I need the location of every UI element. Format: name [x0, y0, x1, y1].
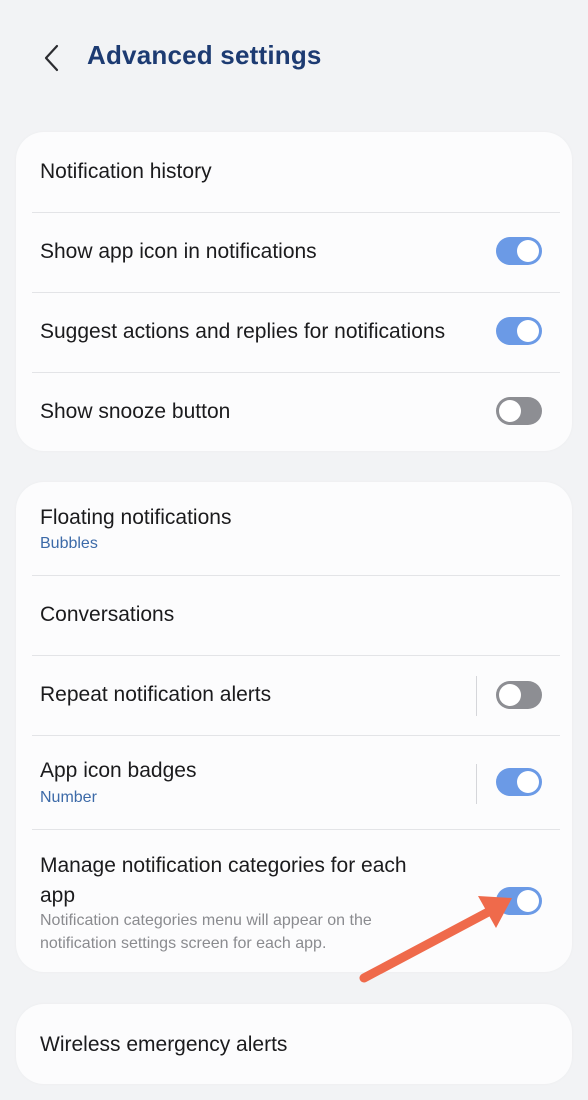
item-subtitle: Bubbles — [40, 535, 98, 552]
show-app-icon-item[interactable]: Show app icon in notifications — [16, 213, 572, 292]
item-title-line-2: app — [40, 884, 76, 907]
item-description: Notification categories menu will appear… — [40, 912, 372, 952]
show-app-icon-toggle[interactable] — [496, 237, 542, 265]
show-snooze-item[interactable]: Show snooze button — [16, 373, 572, 451]
header: Advanced settings — [0, 0, 588, 115]
item-title: Wireless emergency alerts — [40, 1033, 288, 1056]
manage-categories-toggle[interactable] — [496, 887, 542, 915]
settings-card-1: Notification history Show app icon in no… — [16, 132, 572, 451]
suggest-actions-item[interactable]: Suggest actions and replies for notifica… — [16, 293, 572, 372]
item-title-line-1: Manage notification categories for each — [40, 854, 407, 877]
toggle-knob — [499, 684, 521, 706]
vertical-separator — [476, 764, 477, 804]
repeat-alerts-item[interactable]: Repeat notification alerts — [16, 656, 572, 735]
vertical-separator — [476, 676, 477, 716]
item-title: Suggest actions and replies for notifica… — [40, 320, 446, 343]
settings-card-2: Floating notifications Bubbles Conversat… — [16, 482, 572, 972]
settings-card-3: Wireless emergency alerts — [16, 1004, 572, 1084]
item-title: Floating notifications — [40, 506, 232, 529]
wireless-emergency-alerts-item[interactable]: Wireless emergency alerts — [16, 1004, 572, 1084]
app-icon-badges-item[interactable]: App icon badges Number — [16, 736, 572, 829]
toggle-knob — [517, 240, 539, 262]
show-snooze-toggle[interactable] — [496, 397, 542, 425]
toggle-knob — [517, 771, 539, 793]
item-title: Notification history — [40, 160, 212, 183]
item-title: Repeat notification alerts — [40, 683, 272, 706]
page-title: Advanced settings — [87, 40, 322, 70]
chevron-left-icon — [44, 44, 59, 72]
suggest-actions-toggle[interactable] — [496, 317, 542, 345]
back-button[interactable] — [34, 38, 70, 78]
item-title: Conversations — [40, 603, 175, 626]
item-title: Show app icon in notifications — [40, 240, 317, 263]
toggle-knob — [517, 890, 539, 912]
app-icon-badges-toggle[interactable] — [496, 768, 542, 796]
conversations-item[interactable]: Conversations — [16, 576, 572, 655]
item-title: App icon badges — [40, 759, 197, 782]
floating-notifications-item[interactable]: Floating notifications Bubbles — [16, 482, 572, 575]
item-subtitle: Number — [40, 789, 97, 806]
notification-history-item[interactable]: Notification history — [16, 132, 572, 212]
manage-categories-item[interactable]: Manage notification categories for each … — [16, 830, 572, 972]
item-title: Show snooze button — [40, 400, 231, 423]
toggle-knob — [499, 400, 521, 422]
toggle-knob — [517, 320, 539, 342]
repeat-alerts-toggle[interactable] — [496, 681, 542, 709]
